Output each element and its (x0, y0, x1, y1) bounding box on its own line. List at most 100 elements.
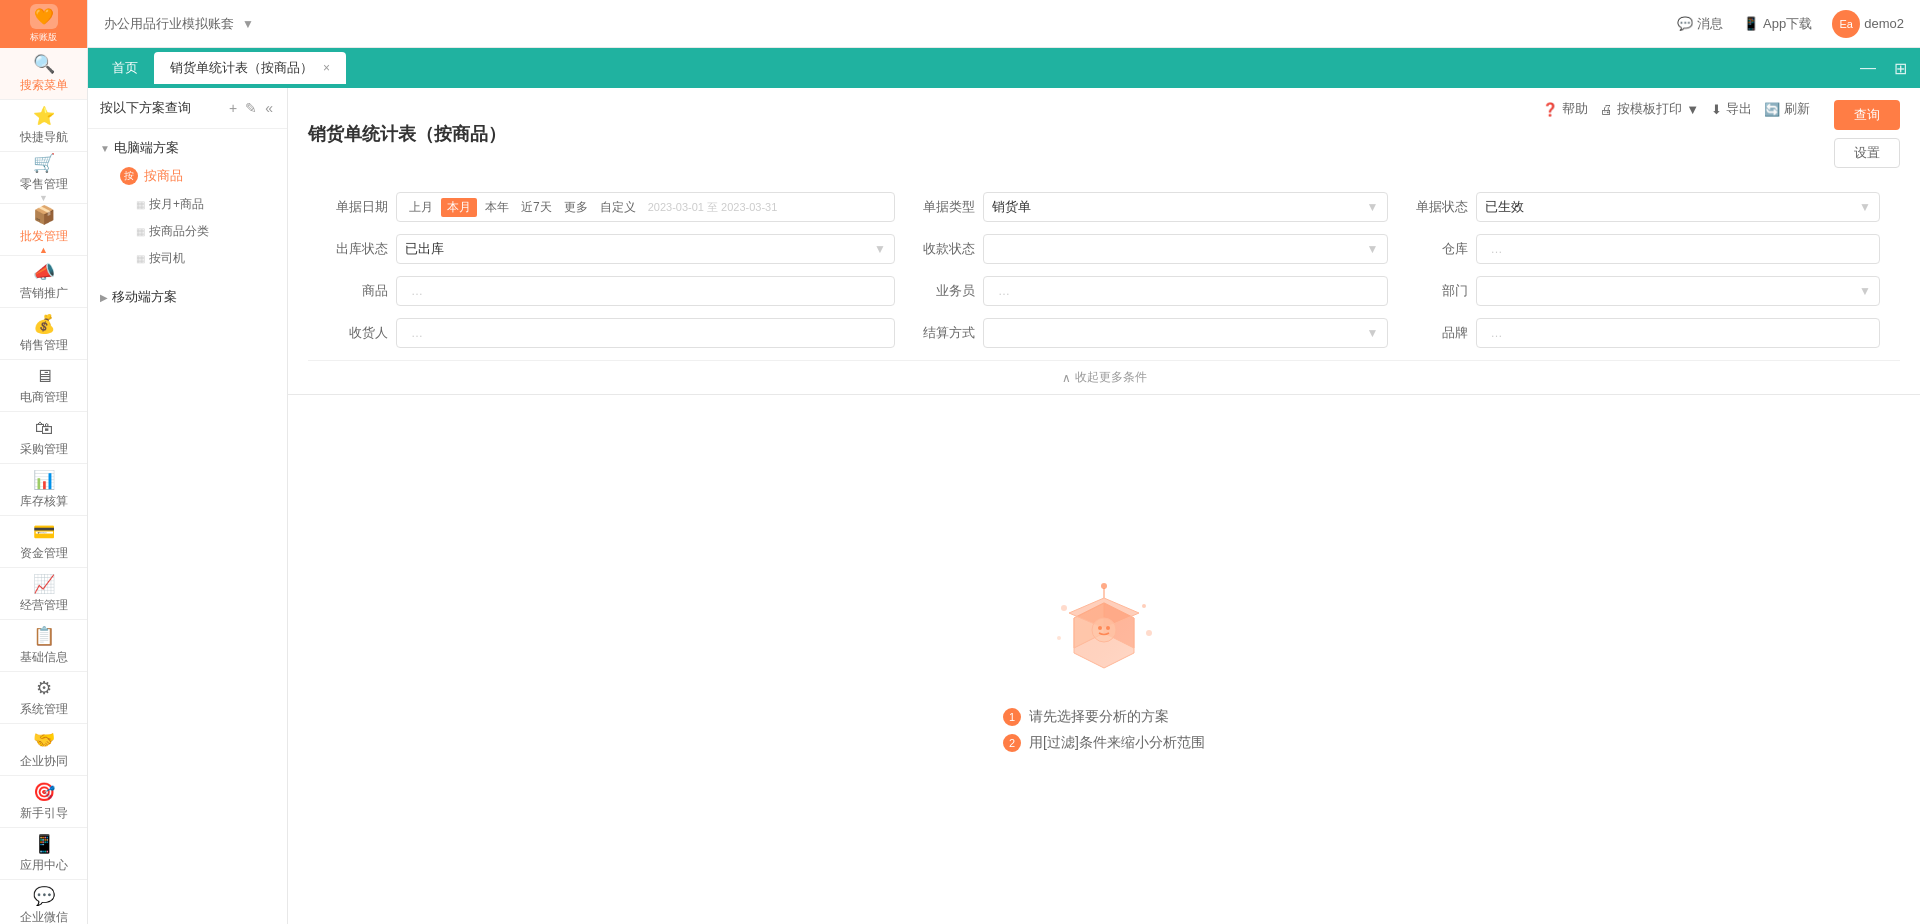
scheme-sub-label-category: 按商品分类 (149, 223, 209, 240)
app-download-button[interactable]: 📱 App下载 (1743, 15, 1812, 33)
sidebar-item-inventory[interactable]: 📊 库存核算 (0, 464, 87, 516)
sidebar: 🧡 标账版 🔍 搜索菜单 ⭐ 快捷导航 🛒 零售管理 ▼ 📦 批发管理 ▲ 📣 … (0, 0, 88, 924)
export-button[interactable]: ⬇ 导出 (1711, 100, 1752, 118)
mobile-category-label: 移动端方案 (112, 288, 177, 306)
collect-status-select[interactable]: ▼ (983, 234, 1388, 264)
department-chevron-icon: ▼ (1859, 284, 1871, 298)
sidebar-item-label: 库存核算 (20, 493, 68, 510)
scheme-collapse-icon[interactable]: « (263, 98, 275, 118)
logo-icon: 🧡 (30, 4, 58, 29)
scheme-sub-item-month-product[interactable]: ▦ 按月+商品 (100, 191, 275, 218)
out-status-value: 已出库 (405, 240, 444, 258)
date-year-btn[interactable]: 本年 (481, 197, 513, 218)
sidebar-item-enterprise[interactable]: 🤝 企业协同 (0, 724, 87, 776)
out-status-select[interactable]: 已出库 ▼ (396, 234, 895, 264)
sidebar-item-finance[interactable]: 💳 资金管理 (0, 516, 87, 568)
date-more-btn[interactable]: 更多 (560, 197, 592, 218)
receiver-select[interactable]: … (396, 318, 895, 348)
doc-status-label: 单据状态 (1408, 198, 1468, 216)
tab-minimize-button[interactable]: — (1856, 56, 1880, 80)
sidebar-item-label: 应用中心 (20, 857, 68, 874)
tip-num-1: 1 (1003, 708, 1021, 726)
doc-type-chevron-icon: ▼ (1367, 200, 1379, 214)
brand-dots[interactable]: … (1485, 326, 1509, 340)
warehouse-dots[interactable]: … (1485, 242, 1509, 256)
user-menu[interactable]: Ea demo2 (1832, 10, 1904, 38)
scheme-category-header-pc[interactable]: ▼ 电脑端方案 (100, 135, 275, 161)
sub-icon-cashier: ▦ (136, 253, 145, 264)
scheme-edit-icon[interactable]: ✎ (243, 98, 259, 118)
filter-field-date: 单据日期 上月 本月 本年 近7天 更多 自定义 2023-03-01 至 20… (328, 192, 895, 222)
tab-home[interactable]: 首页 (96, 52, 154, 84)
message-button[interactable]: 💬 消息 (1677, 15, 1723, 33)
sidebar-item-retail[interactable]: 🛒 零售管理 ▼ (0, 152, 87, 204)
doc-type-select[interactable]: 销货单 ▼ (983, 192, 1388, 222)
date-current-btn[interactable]: 本月 (441, 198, 477, 217)
doc-status-select[interactable]: 已生效 ▼ (1476, 192, 1881, 222)
sidebar-item-appstore[interactable]: 📱 应用中心 (0, 828, 87, 880)
tab-expand-button[interactable]: ⊞ (1888, 56, 1912, 80)
sidebar-item-ecommerce[interactable]: 🖥 电商管理 (0, 360, 87, 412)
product-select[interactable]: … (396, 276, 895, 306)
refresh-button[interactable]: 🔄 刷新 (1764, 100, 1810, 118)
svg-point-12 (1146, 630, 1152, 636)
scheme-category-header-mobile[interactable]: ▶ 移动端方案 (100, 284, 275, 310)
scheme-sub-item-category[interactable]: ▦ 按商品分类 (100, 218, 275, 245)
print-button[interactable]: 🖨 按模板打印 ▼ (1600, 100, 1699, 118)
settle-select[interactable]: ▼ (983, 318, 1388, 348)
home-tab-label: 首页 (112, 59, 138, 77)
system-icon: ⚙ (36, 677, 52, 699)
sub-icon-month: ▦ (136, 199, 145, 210)
help-label: 帮助 (1562, 100, 1588, 118)
date-prev-btn[interactable]: 上月 (405, 197, 437, 218)
brand-label: 品牌 (1408, 324, 1468, 342)
help-button[interactable]: ❓ 帮助 (1542, 100, 1588, 118)
salesperson-dots[interactable]: … (992, 284, 1016, 298)
sidebar-item-operation[interactable]: 📈 经营管理 (0, 568, 87, 620)
settings-button[interactable]: 设置 (1834, 138, 1900, 168)
svg-point-11 (1057, 636, 1061, 640)
sidebar-item-wholesale[interactable]: 📦 批发管理 ▲ (0, 204, 87, 256)
sidebar-item-guide[interactable]: 🎯 新手引导 (0, 776, 87, 828)
sidebar-item-wechat[interactable]: 💬 企业微信 (0, 880, 87, 924)
sidebar-item-quick[interactable]: ⭐ 快捷导航 (0, 100, 87, 152)
product-dots[interactable]: … (405, 284, 429, 298)
brand-select[interactable]: … (1476, 318, 1881, 348)
sidebar-item-purchase[interactable]: 🛍 采购管理 (0, 412, 87, 464)
tip-1-text: 请先选择要分析的方案 (1029, 708, 1169, 726)
sidebar-item-system[interactable]: ⚙ 系统管理 (0, 672, 87, 724)
date-week-btn[interactable]: 近7天 (517, 197, 556, 218)
product-label: 商品 (328, 282, 388, 300)
sidebar-item-label: 销售管理 (20, 337, 68, 354)
scheme-item-by-product[interactable]: 按 按商品 (100, 161, 275, 191)
scheme-add-icon[interactable]: + (227, 98, 239, 118)
doc-type-label: 单据类型 (915, 198, 975, 216)
app-download-label: App下载 (1763, 15, 1812, 33)
collapse-bar[interactable]: ∧ 收起更多条件 (308, 360, 1900, 394)
date-custom-btn[interactable]: 自定义 (596, 197, 640, 218)
sidebar-item-basic[interactable]: 📋 基础信息 (0, 620, 87, 672)
query-button[interactable]: 查询 (1834, 100, 1900, 130)
collect-status-label: 收款状态 (915, 240, 975, 258)
finance-icon: 💳 (33, 521, 55, 543)
doc-status-chevron-icon: ▼ (1859, 200, 1871, 214)
department-select[interactable]: ▼ (1476, 276, 1881, 306)
tab-bar: 首页 销货单统计表（按商品） × — ⊞ (88, 48, 1920, 88)
app-dropdown-icon[interactable]: ▼ (242, 17, 254, 31)
search-icon: 🔍 (33, 53, 55, 75)
sidebar-item-label: 营销推广 (20, 285, 68, 302)
print-chevron[interactable]: ▼ (1686, 102, 1699, 117)
tab-active[interactable]: 销货单统计表（按商品） × (154, 52, 346, 84)
receiver-dots[interactable]: … (405, 326, 429, 340)
sidebar-item-sales[interactable]: 💰 销售管理 (0, 308, 87, 360)
empty-tip-2: 2 用[过滤]条件来缩小分析范围 (1003, 734, 1205, 752)
salesperson-select[interactable]: … (983, 276, 1388, 306)
warehouse-select[interactable]: … (1476, 234, 1881, 264)
filter-field-product: 商品 … (328, 276, 895, 306)
tab-close-icon[interactable]: × (323, 61, 330, 75)
sidebar-item-marketing[interactable]: 📣 营销推广 (0, 256, 87, 308)
message-label: 消息 (1697, 15, 1723, 33)
scheme-sub-item-cashier[interactable]: ▦ 按司机 (100, 245, 275, 272)
scheme-panel: 按以下方案查询 + ✎ « ▼ 电脑端方案 按 按商品 ▦ 按月+ (88, 88, 288, 924)
sidebar-item-search[interactable]: 🔍 搜索菜单 (0, 48, 87, 100)
